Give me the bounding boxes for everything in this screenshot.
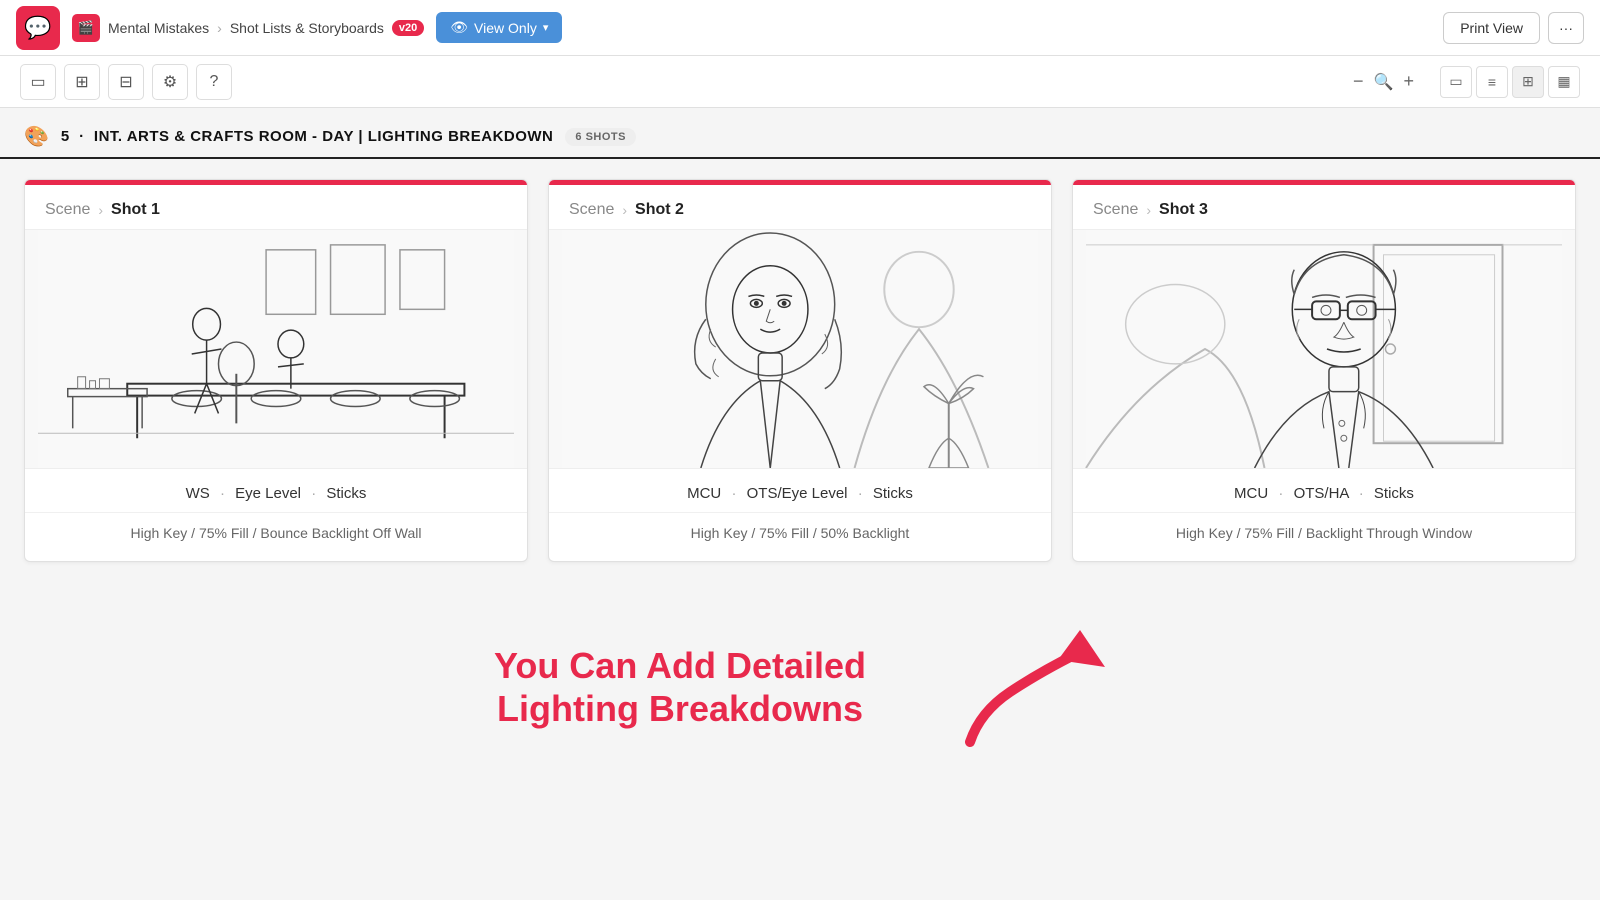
shot-equipment-1: Sticks	[326, 485, 366, 502]
top-bar-right: Print View ···	[1443, 12, 1584, 44]
view-mode-list[interactable]: ≡	[1476, 66, 1508, 98]
version-badge: v20	[392, 20, 424, 36]
top-bar: 💬 🎬 Mental Mistakes › Shot Lists & Story…	[0, 0, 1600, 56]
meta-dot-2a: ·	[731, 485, 736, 502]
scene-label-3: Scene	[1093, 201, 1138, 219]
meta-dot-3b: ·	[1359, 485, 1364, 502]
shot-type-2: MCU	[687, 485, 721, 502]
shot-card-2: Scene › Shot 2	[548, 179, 1052, 562]
shot-header-separator-3: ›	[1146, 202, 1151, 218]
shots-count-badge: 6 SHOTS	[565, 128, 636, 146]
shot-image-1	[25, 229, 527, 469]
meta-dot-1a: ·	[220, 485, 225, 502]
shot-type-1: WS	[186, 485, 210, 502]
grid-view-button[interactable]: ⊞	[64, 64, 100, 100]
project-icon: 🎬	[72, 14, 100, 42]
scene-label-1: Scene	[45, 201, 90, 219]
zoom-search-icon: 🔍	[1374, 72, 1394, 92]
toolbar-right: − 🔍 + ▭ ≡ ⊞ ▦	[1353, 66, 1580, 98]
app-icon: 💬	[16, 6, 60, 50]
view-only-label: View Only	[474, 20, 537, 36]
view-mode-compact[interactable]: ▦	[1548, 66, 1580, 98]
storyboard-sketch-2	[549, 230, 1051, 468]
view-mode-single[interactable]: ▭	[1440, 66, 1472, 98]
view-mode-grid[interactable]: ⊞	[1512, 66, 1544, 98]
shot-angle-2: OTS/Eye Level	[747, 485, 848, 502]
meta-dot-1b: ·	[311, 485, 316, 502]
shot-card-header-2: Scene › Shot 2	[549, 185, 1051, 229]
print-view-button[interactable]: Print View	[1443, 12, 1540, 44]
meta-dot-3a: ·	[1278, 485, 1283, 502]
more-options-button[interactable]: ···	[1548, 12, 1584, 44]
meta-dot-2b: ·	[858, 485, 863, 502]
shot-angle-1: Eye Level	[235, 485, 301, 502]
shot-angle-3: OTS/HA	[1294, 485, 1349, 502]
cta-section: You Can Add Detailed Lighting Breakdowns	[0, 582, 1600, 792]
shot-meta-2: MCU · OTS/Eye Level · Sticks	[549, 469, 1051, 512]
lighting-notes-2: High Key / 75% Fill / 50% Backlight	[691, 525, 910, 541]
app-logo-icon: 💬	[24, 15, 51, 41]
settings-button[interactable]: ⚙	[152, 64, 188, 100]
scene-icon: 🎨	[24, 124, 49, 149]
zoom-in-button[interactable]: +	[1403, 71, 1414, 92]
strip-view-button[interactable]: ⊟	[108, 64, 144, 100]
shot-lighting-3: High Key / 75% Fill / Backlight Through …	[1073, 512, 1575, 561]
section-name: Shot Lists & Storyboards	[230, 20, 384, 36]
storyboard-sketch-1	[25, 230, 527, 468]
scene-title: 5 · INT. ARTS & CRAFTS ROOM - DAY | LIGH…	[61, 128, 554, 145]
shot-number-label-2: Shot 2	[635, 201, 684, 219]
project-name: Mental Mistakes	[108, 20, 209, 36]
shot-meta-3: MCU · OTS/HA · Sticks	[1073, 469, 1575, 512]
shot-image-2	[549, 229, 1051, 469]
shot-equipment-2: Sticks	[873, 485, 913, 502]
chevron-down-icon: ▾	[543, 21, 549, 34]
storyboard-sketch-3	[1073, 230, 1575, 468]
view-mode-buttons: ▭ ≡ ⊞ ▦	[1440, 66, 1580, 98]
lighting-notes-3: High Key / 75% Fill / Backlight Through …	[1176, 525, 1472, 541]
shot-lighting-2: High Key / 75% Fill / 50% Backlight	[549, 512, 1051, 561]
cta-text: You Can Add Detailed Lighting Breakdowns	[470, 644, 890, 730]
scene-label-2: Scene	[569, 201, 614, 219]
cta-arrow-icon	[950, 622, 1130, 752]
toolbar: ▭ ⊞ ⊟ ⚙ ? − 🔍 + ▭ ≡ ⊞ ▦	[0, 56, 1600, 108]
shot-type-3: MCU	[1234, 485, 1268, 502]
shot-card-3: Scene › Shot 3	[1072, 179, 1576, 562]
scene-number: 5	[61, 128, 70, 145]
scene-header: 🎨 5 · INT. ARTS & CRAFTS ROOM - DAY | LI…	[0, 108, 1600, 159]
view-only-button[interactable]: 👁 View Only ▾	[436, 12, 562, 43]
shot-card-header-3: Scene › Shot 3	[1073, 185, 1575, 229]
arrow-container	[950, 622, 1130, 752]
shot-card-header-1: Scene › Shot 1	[25, 185, 527, 229]
shot-lighting-1: High Key / 75% Fill / Bounce Backlight O…	[25, 512, 527, 561]
shot-image-3	[1073, 229, 1575, 469]
shot-number-label-1: Shot 1	[111, 201, 160, 219]
single-view-button[interactable]: ▭	[20, 64, 56, 100]
shot-card-1: Scene › Shot 1	[24, 179, 528, 562]
breadcrumb-separator: ›	[217, 20, 222, 36]
help-button[interactable]: ?	[196, 64, 232, 100]
shot-equipment-3: Sticks	[1374, 485, 1414, 502]
eye-icon: 👁	[450, 19, 468, 36]
shot-header-separator-1: ›	[98, 202, 103, 218]
zoom-out-button[interactable]: −	[1353, 71, 1364, 92]
scene-title-text: INT. ARTS & CRAFTS ROOM - DAY | LIGHTING…	[94, 128, 553, 145]
breadcrumb: 🎬 Mental Mistakes › Shot Lists & Storybo…	[72, 14, 424, 42]
zoom-controls: − 🔍 +	[1353, 71, 1414, 92]
shot-header-separator-2: ›	[622, 202, 627, 218]
shots-grid: Scene › Shot 1	[0, 159, 1600, 582]
shot-meta-1: WS · Eye Level · Sticks	[25, 469, 527, 512]
lighting-notes-1: High Key / 75% Fill / Bounce Backlight O…	[130, 525, 421, 541]
shot-number-label-3: Shot 3	[1159, 201, 1208, 219]
